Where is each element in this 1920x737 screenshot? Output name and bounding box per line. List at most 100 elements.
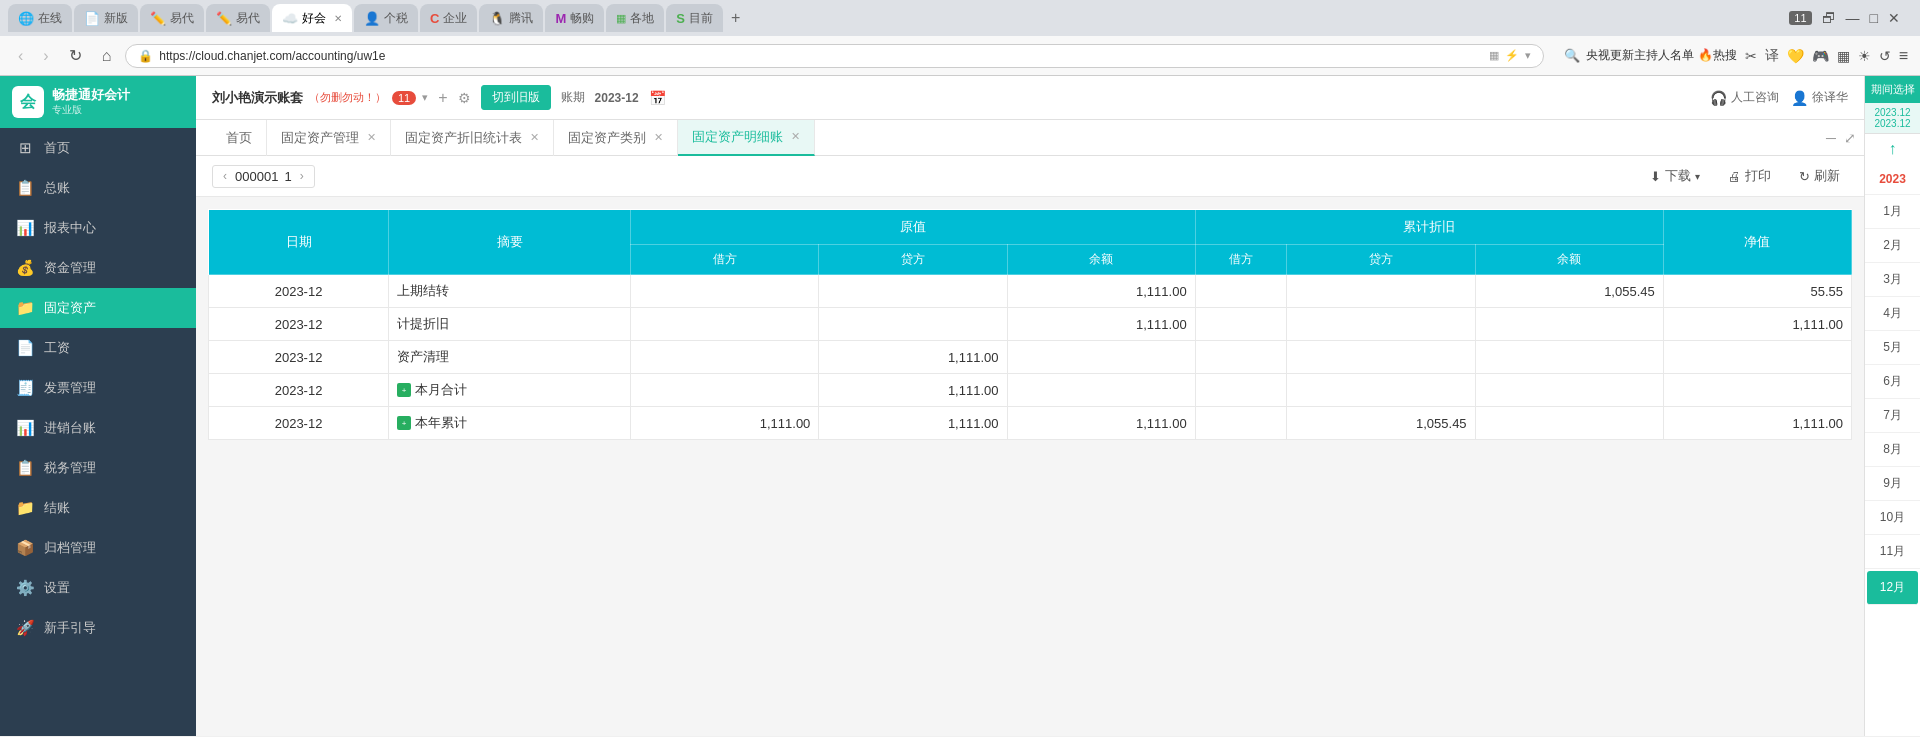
scissors-icon[interactable]: ✂ [1745, 48, 1757, 64]
main-content: 刘小艳演示账套 （勿删勿动！） 11 ▾ + ⚙ 切到旧版 账期 2023-12… [196, 76, 1864, 736]
sidebar-label-tax: 税务管理 [44, 459, 96, 477]
browser-tab-muqian[interactable]: S 目前 [666, 4, 723, 32]
browser-tab-qiye[interactable]: C 企业 [420, 4, 477, 32]
tab-favicon-yidai2: ✏️ [216, 11, 232, 26]
sidebar-item-general[interactable]: 📋 总账 [0, 168, 196, 208]
period-month-item[interactable]: 6月 [1865, 365, 1920, 399]
account-dropdown-icon[interactable]: ▾ [422, 91, 428, 104]
calendar-icon[interactable]: 📅 [649, 90, 666, 106]
forward-button[interactable]: › [37, 45, 54, 67]
tab-maximize-icon[interactable]: ⤢ [1844, 130, 1856, 146]
undo-icon[interactable]: ↺ [1879, 48, 1891, 64]
tab-ledger[interactable]: 固定资产明细账 ✕ [678, 120, 815, 156]
sidebar-item-funds[interactable]: 💰 资金管理 [0, 248, 196, 288]
close-ledger-tab[interactable]: ✕ [791, 130, 800, 143]
top-right: 🎧 人工咨询 👤 徐译华 [1710, 89, 1848, 106]
sidebar-item-sales[interactable]: 📊 进销台账 [0, 408, 196, 448]
settings-gear-icon[interactable]: ⚙ [458, 90, 471, 106]
period-month-item[interactable]: 4月 [1865, 297, 1920, 331]
maximize-window-icon[interactable]: □ [1870, 10, 1878, 26]
pager-prev[interactable]: ‹ [221, 169, 229, 183]
browser-tab-chang[interactable]: M 畅购 [545, 4, 604, 32]
sidebar-item-tax[interactable]: 📋 税务管理 [0, 448, 196, 488]
sidebar-item-close-account[interactable]: 📁 结账 [0, 488, 196, 528]
col-orig-debit-header: 借方 [631, 245, 819, 275]
minimize-window-icon[interactable]: — [1846, 10, 1860, 26]
menu-icon[interactable]: ≡ [1899, 47, 1908, 65]
account-hint: （勿删勿动！） [309, 90, 386, 105]
grid-icon[interactable]: ▦ [1837, 48, 1850, 64]
browser-tab-online[interactable]: 🌐 在线 [8, 4, 72, 32]
new-tab-button[interactable]: + [725, 9, 746, 27]
search-text[interactable]: 央视更新主持人名单 🔥热搜 [1586, 47, 1736, 64]
tab-depreciation[interactable]: 固定资产折旧统计表 ✕ [391, 120, 554, 156]
support-button[interactable]: 🎧 人工咨询 [1710, 89, 1779, 106]
sidebar-item-invoice[interactable]: 🧾 发票管理 [0, 368, 196, 408]
sidebar-item-settings[interactable]: ⚙️ 设置 [0, 568, 196, 608]
dropdown-icon[interactable]: ▾ [1525, 49, 1531, 62]
tab-home[interactable]: 首页 [212, 120, 267, 156]
close-fixed-mgmt-tab[interactable]: ✕ [367, 131, 376, 144]
reload-button[interactable]: ↻ [63, 44, 88, 67]
period-year[interactable]: 2023 [1865, 164, 1920, 195]
browser-tab-yidai2[interactable]: ✏️ 易代 [206, 4, 270, 32]
refresh-label: 刷新 [1814, 167, 1840, 185]
url-bar[interactable]: 🔒 https://cloud.chanjet.com/accounting/u… [125, 44, 1544, 68]
period-month-item[interactable]: 9月 [1865, 467, 1920, 501]
sidebar-label-invoice: 发票管理 [44, 379, 96, 397]
col-accum-balance-header: 余额 [1475, 245, 1663, 275]
browser-tab-gedi[interactable]: ▦ 各地 [606, 4, 664, 32]
table-container: 日期 摘要 原值 累计折旧 净值 借方 贷方 余额 借方 贷方 余额 [196, 197, 1864, 736]
period-up-icon[interactable]: ↑ [1865, 134, 1920, 164]
sidebar-item-guide[interactable]: 🚀 新手引导 [0, 608, 196, 648]
add-account-icon[interactable]: + [438, 89, 447, 107]
period-month-item[interactable]: 3月 [1865, 263, 1920, 297]
period-month-item[interactable]: 10月 [1865, 501, 1920, 535]
period-month-item[interactable]: 8月 [1865, 433, 1920, 467]
tab-minimize-icon[interactable]: ─ [1826, 130, 1836, 146]
sidebar-item-reports[interactable]: 📊 报表中心 [0, 208, 196, 248]
cell-accum-credit [1287, 341, 1475, 374]
print-button[interactable]: 🖨 打印 [1720, 164, 1779, 188]
sidebar-item-fixed-assets[interactable]: 📁 固定资产 [0, 288, 196, 328]
col-accum-debit-header: 借方 [1195, 245, 1287, 275]
switch-version-button[interactable]: 切到旧版 [481, 85, 551, 110]
period-date-1: 2023.12 [1867, 107, 1918, 118]
period-month-item[interactable]: 2月 [1865, 229, 1920, 263]
tab-fixed-mgmt[interactable]: 固定资产管理 ✕ [267, 120, 391, 156]
period-month-item[interactable]: 5月 [1865, 331, 1920, 365]
sidebar-item-salary[interactable]: 📄 工资 [0, 328, 196, 368]
browser-tab-geshui[interactable]: 👤 个税 [354, 4, 418, 32]
close-window-icon[interactable]: ✕ [1888, 10, 1900, 26]
brightness-icon[interactable]: ☀ [1858, 48, 1871, 64]
close-depreciation-tab[interactable]: ✕ [530, 131, 539, 144]
pager-next[interactable]: › [298, 169, 306, 183]
close-category-tab[interactable]: ✕ [654, 131, 663, 144]
browser-tab-tencent[interactable]: 🐧 腾讯 [479, 4, 543, 32]
download-button[interactable]: ⬇ 下载 ▾ [1642, 164, 1708, 188]
translate-icon[interactable]: 译 [1765, 47, 1779, 65]
period-month-item[interactable]: 1月 [1865, 195, 1920, 229]
browser-tab-yidai1[interactable]: ✏️ 易代 [140, 4, 204, 32]
tab-label-chang: 畅购 [570, 10, 594, 27]
back-button[interactable]: ‹ [12, 45, 29, 67]
cell-net-value: 55.55 [1663, 275, 1851, 308]
game-icon[interactable]: 🎮 [1812, 48, 1829, 64]
refresh-button[interactable]: ↻ 刷新 [1791, 164, 1848, 188]
period-month-item[interactable]: 12月 [1867, 571, 1918, 605]
sidebar-item-archive[interactable]: 📦 归档管理 [0, 528, 196, 568]
period-month-item[interactable]: 11月 [1865, 535, 1920, 569]
browser-tab-new[interactable]: 📄 新版 [74, 4, 138, 32]
tab-category-label: 固定资产类别 [568, 129, 646, 147]
restore-window-icon[interactable]: 🗗 [1822, 10, 1836, 26]
close-tab-haokuai[interactable]: ✕ [334, 13, 342, 24]
home-button[interactable]: ⌂ [96, 45, 118, 67]
wallet-icon[interactable]: 💛 [1787, 48, 1804, 64]
sidebar-item-home[interactable]: ⊞ 首页 [0, 128, 196, 168]
tab-category[interactable]: 固定资产类别 ✕ [554, 120, 678, 156]
print-label: 打印 [1745, 167, 1771, 185]
row-icon: + [397, 416, 411, 430]
download-icon: ⬇ [1650, 169, 1661, 184]
browser-tab-haokuai[interactable]: ☁️ 好会 ✕ [272, 4, 352, 32]
period-month-item[interactable]: 7月 [1865, 399, 1920, 433]
